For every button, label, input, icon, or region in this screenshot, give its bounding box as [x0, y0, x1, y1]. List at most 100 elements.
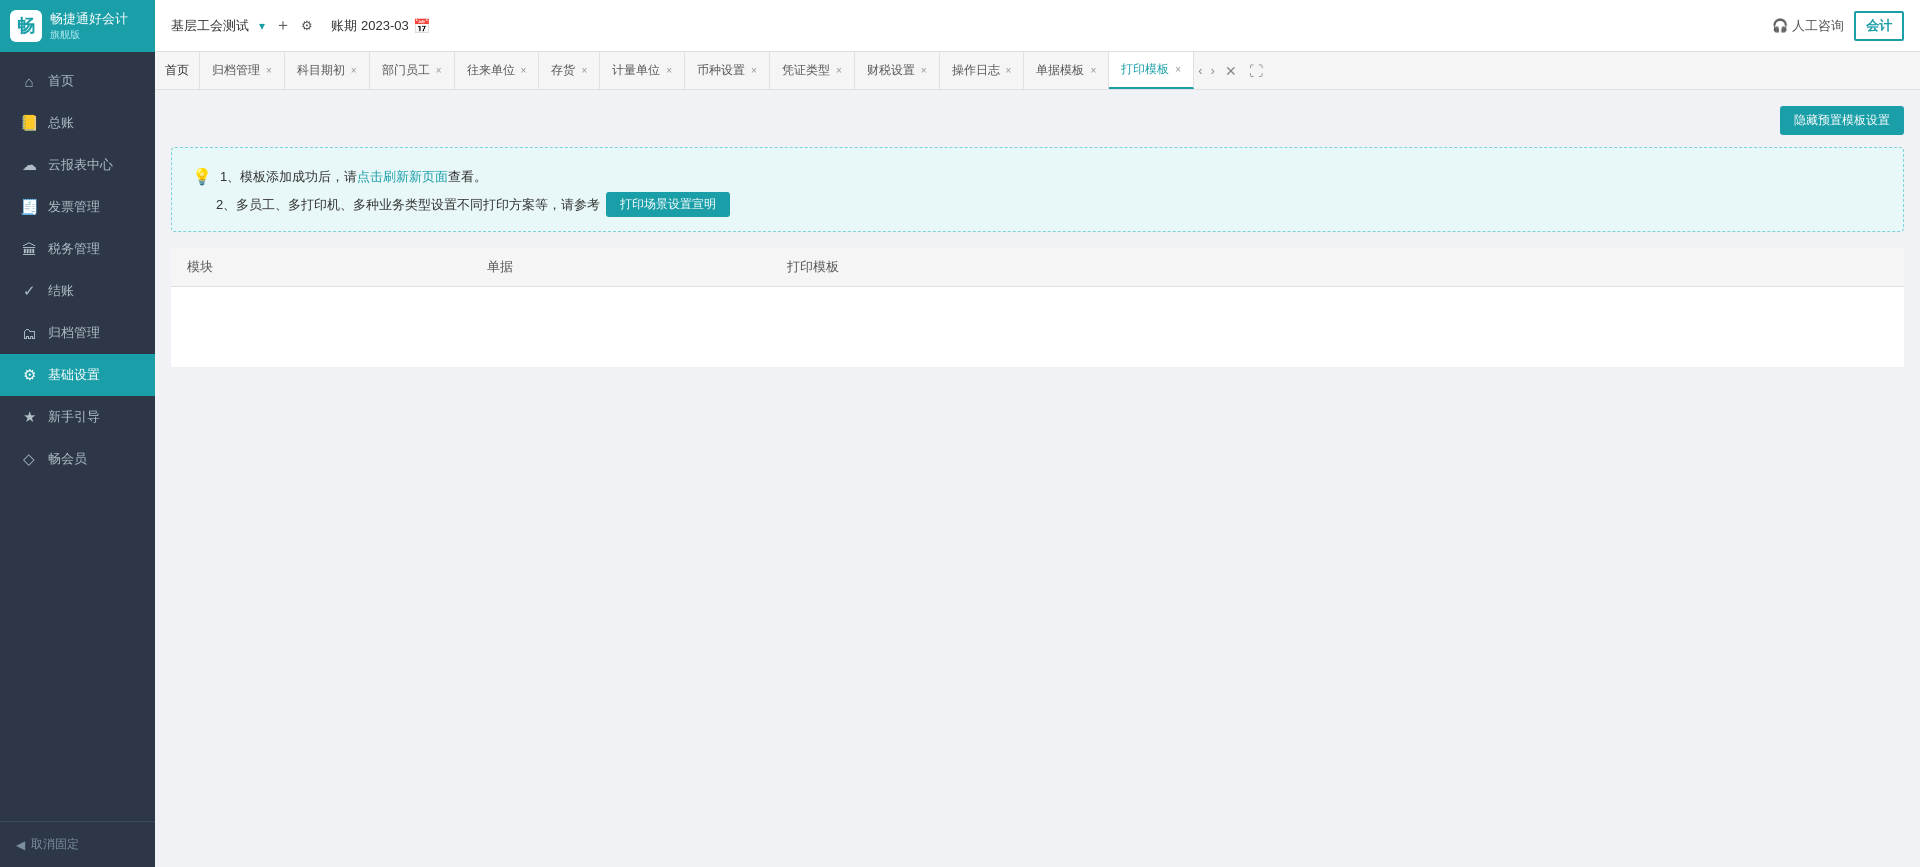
- sidebar-item-ledger[interactable]: 📒总账: [0, 102, 155, 144]
- notice-row-2: 2、多员工、多打印机、多种业务类型设置不同打印方案等，请参考 打印场景设置宣明: [192, 192, 1883, 217]
- sidebar-nav: ⌂ 首页 📒总账 ☁ 云报表中心 🧾 发票管理 🏛税务管理 ✓ 结账 🗂 归档管理 ⚙ 基础设置 ★ 新手引导…: [0, 52, 155, 821]
- logo: 畅 畅捷通好会计 旗舰版: [0, 0, 155, 52]
- cancel-pin-button[interactable]: ◀ 取消固定: [0, 821, 155, 867]
- main-area: 基层工会测试 ▾ ＋ ⚙ 账期 2023-03 📅 🎧 人工咨询 会计 首页归档…: [155, 0, 1920, 867]
- sidebar-item-member[interactable]: ◇ 畅会员: [0, 438, 155, 480]
- sidebar-item-tax[interactable]: 🏛税务管理: [0, 228, 155, 270]
- tab-label-inventory: 存货: [551, 62, 575, 79]
- tab-label-departments: 部门员工: [382, 62, 430, 79]
- sidebar-item-invoice[interactable]: 🧾 发票管理: [0, 186, 155, 228]
- add-company-button[interactable]: ＋: [275, 15, 291, 36]
- tab-close-departments[interactable]: ×: [436, 65, 442, 76]
- sidebar-item-guide[interactable]: ★ 新手引导: [0, 396, 155, 438]
- nav-icon-home: ⌂: [20, 73, 38, 90]
- nav-icon-reports: ☁: [20, 156, 38, 174]
- sidebar: 畅 畅捷通好会计 旗舰版 ⌂ 首页 📒总账 ☁ 云报表中心 🧾 发票管理 🏛税务管理 ✓ 结账 🗂 归…: [0, 0, 155, 867]
- sidebar-item-checkout[interactable]: ✓ 结账: [0, 270, 155, 312]
- tab-label-voucher-type: 凭证类型: [782, 62, 830, 79]
- notice-row-1: 💡 1、模板添加成功后，请点击刷新新页面查看。: [192, 162, 1883, 192]
- tab-close-measure[interactable]: ×: [666, 65, 672, 76]
- tab-inventory[interactable]: 存货 ×: [539, 52, 600, 89]
- col-module: 模块: [187, 258, 487, 276]
- nav-icon-guide: ★: [20, 408, 38, 426]
- nav-icon-invoice: 🧾: [20, 198, 38, 216]
- topbar-right: 🎧 人工咨询 会计: [1772, 11, 1904, 41]
- explain-button[interactable]: 打印场景设置宣明: [606, 192, 730, 217]
- customer-service-button[interactable]: 🎧 人工咨询: [1772, 17, 1844, 35]
- tab-next-button[interactable]: ›: [1206, 63, 1218, 78]
- tab-prev-button[interactable]: ‹: [1194, 63, 1206, 78]
- tab-label-home: 首页: [165, 62, 189, 79]
- nav-label-home: 首页: [48, 72, 74, 90]
- tab-voucher-template[interactable]: 单据模板 ×: [1024, 52, 1109, 89]
- sidebar-item-settings[interactable]: ⚙ 基础设置: [0, 354, 155, 396]
- company-name: 基层工会测试: [171, 17, 249, 35]
- tab-label-operation-log: 操作日志: [952, 62, 1000, 79]
- tab-label-subjects: 科目期初: [297, 62, 345, 79]
- nav-icon-member: ◇: [20, 450, 38, 468]
- nav-icon-archive: 🗂: [20, 325, 38, 342]
- logo-text: 畅捷通好会计 旗舰版: [50, 11, 128, 41]
- tab-subjects[interactable]: 科目期初 ×: [285, 52, 370, 89]
- tab-counterparty[interactable]: 往来单位 ×: [455, 52, 540, 89]
- tab-label-counterparty: 往来单位: [467, 62, 515, 79]
- nav-icon-settings: ⚙: [20, 366, 38, 384]
- tab-label-voucher-template: 单据模板: [1036, 62, 1084, 79]
- print-template-table: 模块 单据 打印模板: [171, 248, 1904, 367]
- col-template: 打印模板: [787, 258, 1888, 276]
- tab-tax-settings[interactable]: 财税设置 ×: [855, 52, 940, 89]
- table-header: 模块 单据 打印模板: [171, 248, 1904, 287]
- arrow-left-icon: ◀: [16, 838, 25, 852]
- period-display: 账期 2023-03 📅: [331, 17, 430, 35]
- calendar-icon[interactable]: 📅: [413, 18, 430, 34]
- notice-box: 💡 1、模板添加成功后，请点击刷新新页面查看。 2、多员工、多打印机、多种业务类…: [171, 147, 1904, 232]
- tab-close-subjects[interactable]: ×: [351, 65, 357, 76]
- bulb-icon: 💡: [192, 162, 212, 192]
- sidebar-item-archive[interactable]: 🗂 归档管理: [0, 312, 155, 354]
- nav-label-checkout: 结账: [48, 282, 74, 300]
- tab-close-voucher-template[interactable]: ×: [1090, 65, 1096, 76]
- tab-close-operation-log[interactable]: ×: [1006, 65, 1012, 76]
- nav-label-reports: 云报表中心: [48, 156, 113, 174]
- nav-label-settings: 基础设置: [48, 366, 100, 384]
- nav-icon-ledger: 📒: [20, 114, 38, 132]
- nav-label-member: 畅会员: [48, 450, 87, 468]
- expand-button[interactable]: ⛶: [1243, 63, 1269, 79]
- tab-bar: 首页归档管理×科目期初×部门员工×往来单位×存货×计量单位×币种设置×凭证类型×…: [155, 52, 1920, 90]
- tab-label-archive-mgmt: 归档管理: [212, 62, 260, 79]
- tab-voucher-type[interactable]: 凭证类型 ×: [770, 52, 855, 89]
- tab-label-print-template: 打印模板: [1121, 61, 1169, 78]
- tab-archive-mgmt[interactable]: 归档管理 ×: [200, 52, 285, 89]
- sidebar-item-home[interactable]: ⌂ 首页: [0, 60, 155, 102]
- nav-label-tax: 税务管理: [48, 240, 100, 258]
- tab-print-template[interactable]: 打印模板 ×: [1109, 52, 1194, 89]
- content-area: 隐藏预置模板设置 💡 1、模板添加成功后，请点击刷新新页面查看。 2、多员工、多…: [155, 90, 1920, 867]
- nav-label-invoice: 发票管理: [48, 198, 100, 216]
- nav-icon-checkout: ✓: [20, 282, 38, 300]
- tab-close-tax-settings[interactable]: ×: [921, 65, 927, 76]
- kuaiji-button[interactable]: 会计: [1854, 11, 1904, 41]
- close-all-tabs-button[interactable]: ✕: [1219, 63, 1243, 79]
- tab-measure[interactable]: 计量单位 ×: [600, 52, 685, 89]
- nav-label-guide: 新手引导: [48, 408, 100, 426]
- table-body: [171, 287, 1904, 367]
- settings-icon[interactable]: ⚙: [301, 18, 313, 33]
- tab-currency[interactable]: 币种设置×: [685, 52, 770, 89]
- sidebar-item-reports[interactable]: ☁ 云报表中心: [0, 144, 155, 186]
- nav-label-archive: 归档管理: [48, 324, 100, 342]
- tab-home[interactable]: 首页: [155, 52, 200, 89]
- col-voucher: 单据: [487, 258, 787, 276]
- tab-departments[interactable]: 部门员工 ×: [370, 52, 455, 89]
- tab-operation-log[interactable]: 操作日志 ×: [940, 52, 1025, 89]
- tab-close-voucher-type[interactable]: ×: [836, 65, 842, 76]
- tab-label-measure: 计量单位: [612, 62, 660, 79]
- tab-label-tax-settings: 财税设置: [867, 62, 915, 79]
- tab-close-counterparty[interactable]: ×: [521, 65, 527, 76]
- hide-preview-button[interactable]: 隐藏预置模板设置: [1780, 106, 1904, 135]
- tab-close-archive-mgmt[interactable]: ×: [266, 65, 272, 76]
- tab-close-print-template[interactable]: ×: [1175, 64, 1181, 75]
- tab-close-inventory[interactable]: ×: [581, 65, 587, 76]
- company-dropdown-icon[interactable]: ▾: [259, 19, 265, 33]
- refresh-link[interactable]: 点击刷新新页面: [357, 169, 448, 184]
- tab-close-currency[interactable]: ×: [751, 65, 757, 76]
